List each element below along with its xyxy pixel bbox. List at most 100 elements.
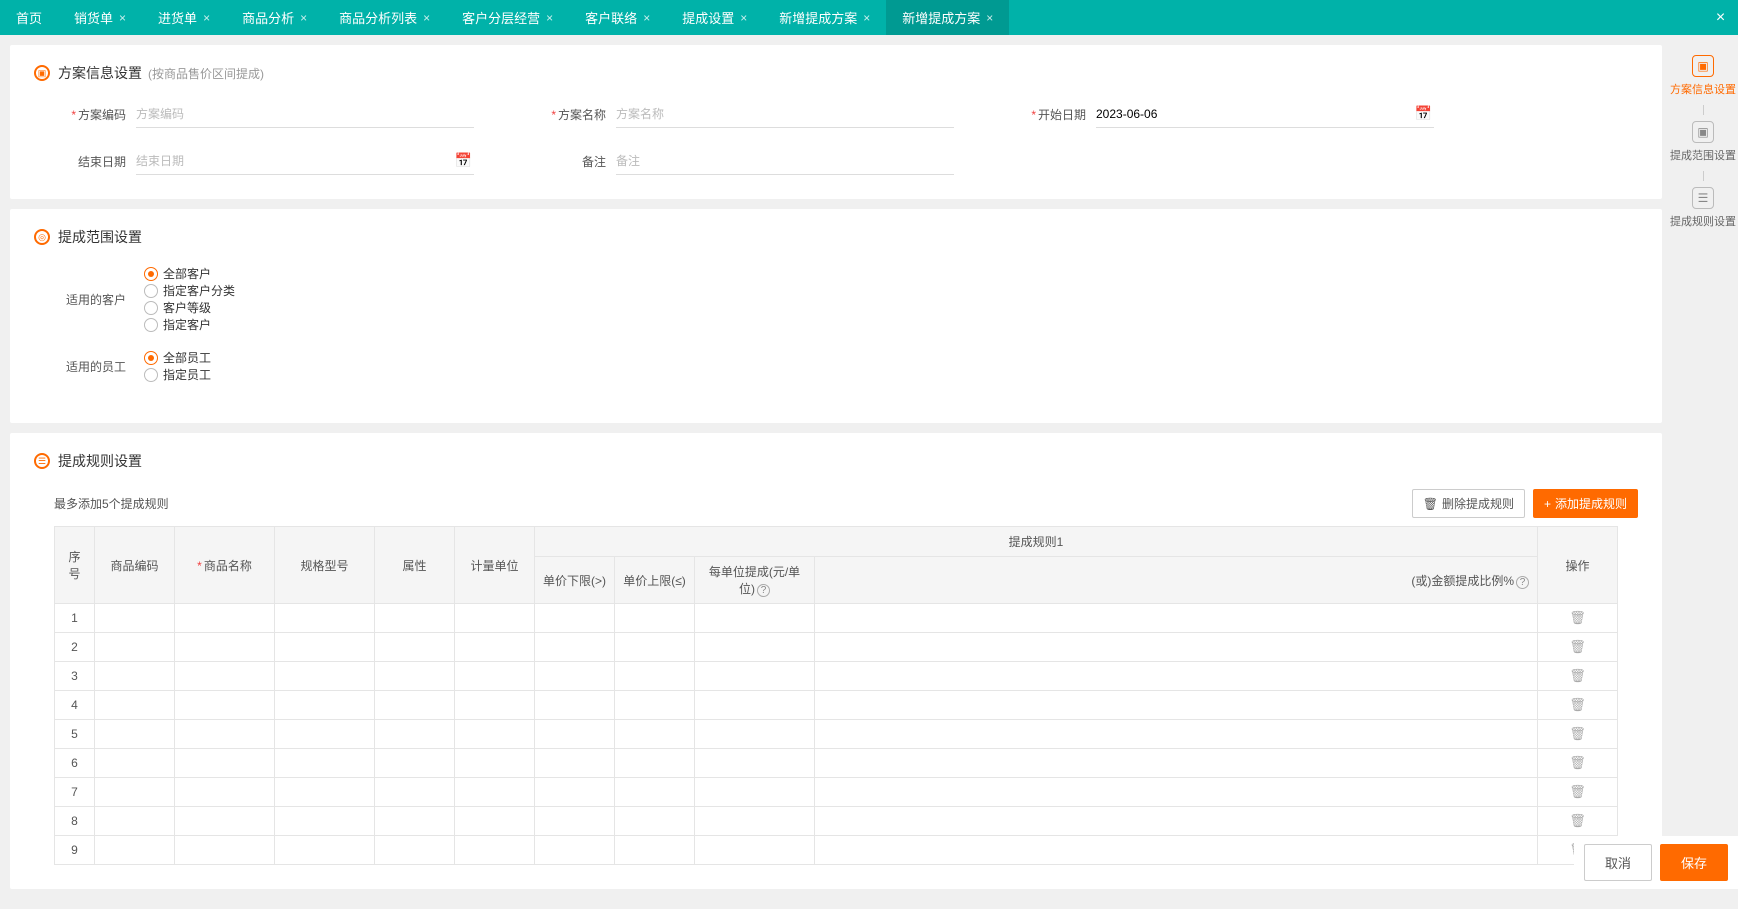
help-icon[interactable]: ?: [757, 584, 770, 597]
table-row[interactable]: 4🗑: [55, 691, 1618, 720]
tab-新增提成方案[interactable]: 新增提成方案×: [763, 0, 886, 35]
tab-close-icon[interactable]: ×: [986, 11, 993, 25]
cell-empty[interactable]: [695, 778, 815, 807]
cell-empty[interactable]: [815, 604, 1538, 633]
cell-empty[interactable]: [695, 604, 815, 633]
cell-empty[interactable]: [615, 604, 695, 633]
table-row[interactable]: 8🗑: [55, 807, 1618, 836]
end-date-input[interactable]: [136, 148, 474, 174]
cell-empty[interactable]: [95, 691, 175, 720]
cell-empty[interactable]: [455, 633, 535, 662]
cell-empty[interactable]: [95, 604, 175, 633]
save-button[interactable]: 保存: [1660, 844, 1728, 881]
cell-empty[interactable]: [275, 604, 375, 633]
cell-empty[interactable]: [615, 691, 695, 720]
cell-empty[interactable]: [535, 778, 615, 807]
trash-icon[interactable]: 🗑: [1569, 813, 1586, 828]
cell-empty[interactable]: [615, 836, 695, 865]
cell-empty[interactable]: [175, 691, 275, 720]
tab-客户分层经营[interactable]: 客户分层经营×: [446, 0, 569, 35]
cell-empty[interactable]: [95, 836, 175, 865]
cell-empty[interactable]: [175, 807, 275, 836]
tab-close-icon[interactable]: ×: [863, 11, 870, 25]
staff-scope-option[interactable]: 全部员工: [144, 349, 211, 366]
trash-icon[interactable]: 🗑: [1569, 697, 1586, 712]
tabbar-close-icon[interactable]: ×: [1703, 0, 1738, 35]
tab-首页[interactable]: 首页: [0, 0, 58, 35]
cell-empty[interactable]: [175, 662, 275, 691]
tab-客户联络[interactable]: 客户联络×: [569, 0, 666, 35]
table-row[interactable]: 6🗑: [55, 749, 1618, 778]
cell-empty[interactable]: [535, 662, 615, 691]
cell-empty[interactable]: [275, 720, 375, 749]
cell-empty[interactable]: [815, 749, 1538, 778]
cell-empty[interactable]: [695, 807, 815, 836]
tab-商品分析[interactable]: 商品分析×: [226, 0, 323, 35]
cell-empty[interactable]: [535, 720, 615, 749]
cell-empty[interactable]: [455, 691, 535, 720]
cell-empty[interactable]: [535, 807, 615, 836]
cell-empty[interactable]: [375, 778, 455, 807]
cell-empty[interactable]: [535, 836, 615, 865]
trash-icon[interactable]: 🗑: [1569, 668, 1586, 683]
cell-empty[interactable]: [615, 778, 695, 807]
cell-empty[interactable]: [375, 749, 455, 778]
cell-empty[interactable]: [375, 807, 455, 836]
plan-name-input[interactable]: [616, 101, 954, 127]
cell-empty[interactable]: [375, 836, 455, 865]
plan-code-input[interactable]: [136, 101, 474, 127]
cell-empty[interactable]: [95, 807, 175, 836]
cell-empty[interactable]: [695, 720, 815, 749]
step-nav-item[interactable]: ☰提成规则设置: [1670, 187, 1736, 229]
tab-close-icon[interactable]: ×: [119, 11, 126, 25]
cell-empty[interactable]: [95, 662, 175, 691]
tab-close-icon[interactable]: ×: [546, 11, 553, 25]
cell-empty[interactable]: [95, 720, 175, 749]
cell-empty[interactable]: [175, 720, 275, 749]
cell-empty[interactable]: [695, 662, 815, 691]
customer-scope-option[interactable]: 全部客户: [144, 265, 235, 282]
cell-empty[interactable]: [535, 691, 615, 720]
tab-close-icon[interactable]: ×: [423, 11, 430, 25]
cell-empty[interactable]: [455, 749, 535, 778]
cell-empty[interactable]: [275, 807, 375, 836]
table-row[interactable]: 2🗑: [55, 633, 1618, 662]
cell-empty[interactable]: [535, 633, 615, 662]
table-row[interactable]: 7🗑: [55, 778, 1618, 807]
cell-empty[interactable]: [535, 749, 615, 778]
cell-empty[interactable]: [175, 836, 275, 865]
trash-icon[interactable]: 🗑: [1569, 610, 1586, 625]
cell-empty[interactable]: [815, 807, 1538, 836]
start-date-input[interactable]: [1096, 101, 1434, 127]
trash-icon[interactable]: 🗑: [1569, 755, 1586, 770]
cell-empty[interactable]: [615, 749, 695, 778]
tab-close-icon[interactable]: ×: [643, 11, 650, 25]
tab-提成设置[interactable]: 提成设置×: [666, 0, 763, 35]
calendar-icon[interactable]: 📅: [455, 152, 472, 169]
cell-empty[interactable]: [275, 633, 375, 662]
cell-empty[interactable]: [815, 633, 1538, 662]
cell-empty[interactable]: [615, 720, 695, 749]
cell-empty[interactable]: [695, 633, 815, 662]
cell-empty[interactable]: [375, 604, 455, 633]
delete-rule-button[interactable]: 🗑 删除提成规则: [1412, 489, 1525, 518]
cell-empty[interactable]: [455, 836, 535, 865]
tab-close-icon[interactable]: ×: [740, 11, 747, 25]
cell-empty[interactable]: [615, 662, 695, 691]
cell-empty[interactable]: [95, 778, 175, 807]
cell-empty[interactable]: [375, 691, 455, 720]
cell-empty[interactable]: [535, 604, 615, 633]
cell-empty[interactable]: [695, 749, 815, 778]
customer-scope-option[interactable]: 客户等级: [144, 299, 235, 316]
cell-empty[interactable]: [375, 633, 455, 662]
cell-empty[interactable]: [615, 807, 695, 836]
remark-input[interactable]: [616, 148, 954, 174]
table-row[interactable]: 9🗑: [55, 836, 1618, 865]
cell-empty[interactable]: [455, 604, 535, 633]
cell-empty[interactable]: [275, 836, 375, 865]
add-rule-button[interactable]: + 添加提成规则: [1533, 489, 1638, 518]
customer-scope-option[interactable]: 指定客户: [144, 316, 235, 333]
trash-icon[interactable]: 🗑: [1569, 726, 1586, 741]
tab-进货单[interactable]: 进货单×: [142, 0, 226, 35]
step-nav-item[interactable]: ▣方案信息设置: [1670, 55, 1736, 97]
